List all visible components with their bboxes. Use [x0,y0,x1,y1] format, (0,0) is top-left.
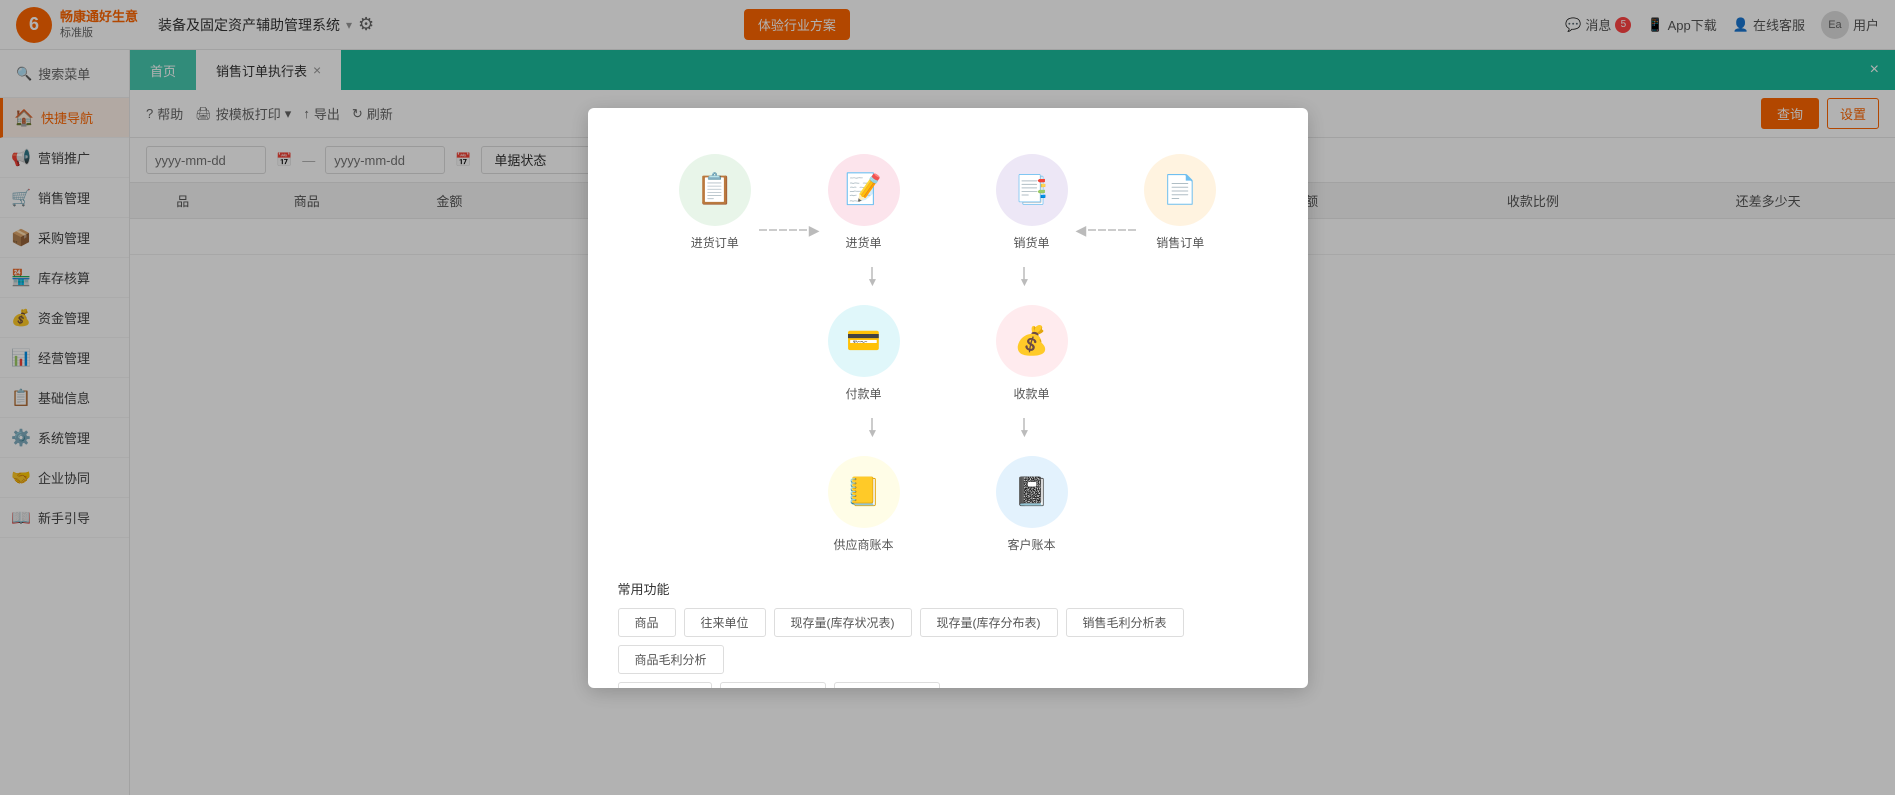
common-btn-stock-dist[interactable]: 现存量(库存分布表) [920,608,1058,637]
common-btn-stock-status[interactable]: 现存量(库存状况表) [774,608,912,637]
common-btn-partner[interactable]: 往来单位 [684,608,766,637]
v-arrow-payment: ▼ [836,418,908,434]
common-btn-sales-rank[interactable]: 销售排行榜 [618,682,712,688]
flow-modal: 📋 进货订单 ▶ [588,108,1308,688]
v-arrow-purchase: ▼ [836,267,908,283]
customer-ledger-circle: 📓 [996,456,1068,528]
modal-overlay[interactable]: 📋 进货订单 ▶ [0,0,1895,795]
common-btns-row-2: 销售排行榜 收款情况统计 付款情况统计 [618,682,1278,688]
supplier-ledger-circle: 📒 [828,456,900,528]
flow-row-3: 📒 供应商账本 📓 客户账本 [618,440,1278,569]
common-btns-row-1: 商品 往来单位 现存量(库存状况表) 现存量(库存分布表) 销售毛利分析表 商品… [618,608,1278,674]
flow-node-customer-ledger[interactable]: 📓 客户账本 [988,440,1076,569]
flow-node-receipt[interactable]: 💰 收款单 [988,289,1076,418]
modal-content: 📋 进货订单 ▶ [588,108,1308,688]
flow-node-sales-order[interactable]: 📄 销售订单 [1136,138,1224,267]
flow-v-arrows-2: ▼ ▼ [618,418,1278,434]
payment-label: 付款单 [845,385,881,402]
purchase-order-circle: 📋 [679,154,751,226]
receipt-circle: 💰 [996,305,1068,377]
common-functions-title: 常用功能 [618,579,1278,598]
receipt-label: 收款单 [1013,385,1049,402]
flow-node-supplier-ledger[interactable]: 📒 供应商账本 [820,440,908,569]
sales-bill-circle: 📑 [996,154,1068,226]
flow-node-sales-bill[interactable]: 📑 销货单 [988,138,1076,267]
common-btn-payment-stats[interactable]: 付款情况统计 [834,682,940,688]
flow-node-payment[interactable]: 💳 付款单 [820,289,908,418]
purchase-order-label: 进货订单 [691,234,739,251]
common-btn-sales-profit[interactable]: 销售毛利分析表 [1066,608,1184,637]
flow-row-2: 💳 付款单 💰 收款单 [618,289,1278,418]
sales-bill-label: 销货单 [1013,234,1049,251]
payment-circle: 💳 [828,305,900,377]
purchase-bill-circle: 📝 [828,154,900,226]
purchase-bill-label: 进货单 [845,234,881,251]
v-arrow-receipt: ▼ [988,418,1060,434]
customer-ledger-label: 客户账本 [1007,536,1055,553]
common-btn-product[interactable]: 商品 [618,608,676,637]
app-container: 6 畅康通好生意 标准版 装备及固定资产辅助管理系统 ▾ ⚙ 体验行业方案 💬 … [0,0,1895,795]
arrow-order-to-sales: ◀ [1076,222,1137,267]
flow-row-1: 📋 进货订单 ▶ [618,138,1278,267]
common-functions: 常用功能 商品 往来单位 现存量(库存状况表) 现存量(库存分布表) 销售毛利分… [618,579,1278,688]
sales-order-circle: 📄 [1144,154,1216,226]
common-btn-receipt-stats[interactable]: 收款情况统计 [720,682,826,688]
sales-order-label: 销售订单 [1156,234,1204,251]
flow-node-purchase-order[interactable]: 📋 进货订单 [671,138,759,267]
flow-node-purchase-bill[interactable]: 📝 进货单 [820,138,908,267]
arrow-purchase-to-bill: ▶ [759,222,820,267]
flow-v-arrows: ▼ ▼ [618,267,1278,283]
v-arrow-sales: ▼ [988,267,1060,283]
supplier-ledger-label: 供应商账本 [833,536,893,553]
common-btn-product-profit[interactable]: 商品毛利分析 [618,645,724,674]
